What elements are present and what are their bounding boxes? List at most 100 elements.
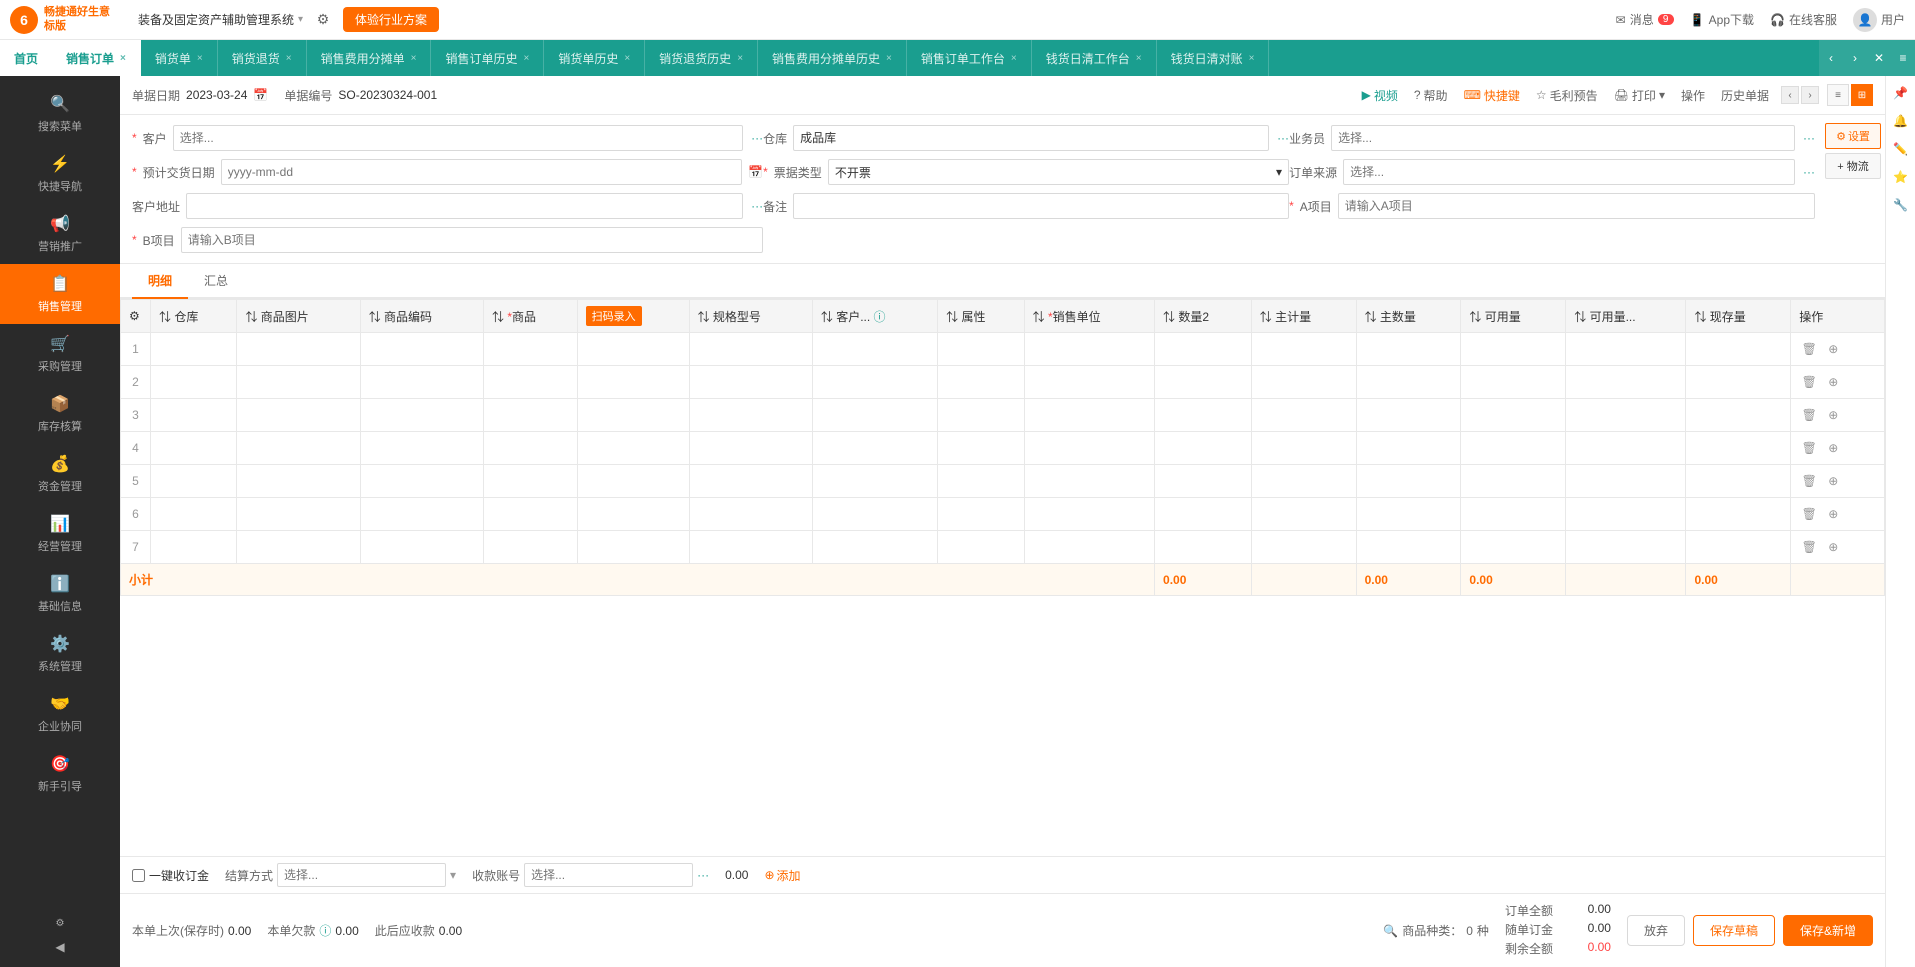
close-tab-icon[interactable]: × — [411, 53, 417, 64]
nav-close-all-button[interactable]: ✕ — [1867, 40, 1891, 76]
address-dots-button[interactable]: ··· — [751, 199, 763, 213]
row-product-1[interactable] — [483, 333, 577, 366]
close-tab-icon[interactable]: × — [737, 53, 743, 64]
row-spec-1[interactable] — [689, 333, 812, 366]
save-new-button[interactable]: 保存&新增 — [1783, 915, 1873, 946]
plugin-tool-button[interactable]: 🔧 — [1888, 192, 1914, 218]
nav-tab-daily-reconcile[interactable]: 钱货日清对账 × — [1157, 40, 1270, 76]
history-button[interactable]: 历史单据 — [1717, 85, 1773, 106]
customer-dots-button[interactable]: ··· — [751, 131, 763, 145]
row-unit-2[interactable] — [1024, 366, 1154, 399]
warehouse-dots-button[interactable]: ··· — [1277, 131, 1289, 145]
salesperson-dots-button[interactable]: ··· — [1803, 131, 1815, 145]
row-unit-1[interactable] — [1024, 333, 1154, 366]
view-video-button[interactable]: ▶ 视频 — [1358, 85, 1402, 106]
sort-icon[interactable]: ⇅ — [1694, 310, 1706, 324]
close-tab-icon[interactable]: × — [286, 53, 292, 64]
order-source-input[interactable] — [1343, 159, 1795, 185]
close-tab-icon[interactable]: × — [1011, 53, 1017, 64]
system-name-chevron-icon[interactable]: ▾ — [298, 14, 303, 25]
delete-row-button[interactable]: 🗑 — [1799, 438, 1819, 458]
sort-icon[interactable]: ⇅ — [946, 310, 958, 324]
nav-tab-expense-history[interactable]: 销售费用分摊单历史 × — [758, 40, 907, 76]
calendar-icon[interactable]: 📅 — [253, 88, 268, 102]
close-tab-icon[interactable]: × — [886, 53, 892, 64]
sidebar-item-marketing[interactable]: 📢 营销推广 — [0, 204, 120, 264]
one-click-deposit-checkbox[interactable] — [132, 869, 145, 882]
sidebar-item-inventory[interactable]: 📦 库存核算 — [0, 384, 120, 444]
bell-tool-button[interactable]: 🔔 — [1888, 108, 1914, 134]
close-tab-icon[interactable]: × — [197, 53, 203, 64]
collection-dots-button[interactable]: ··· — [697, 868, 709, 882]
info-icon[interactable]: ⓘ — [874, 310, 886, 324]
settings-gear-button[interactable]: ⚙ — [311, 8, 335, 32]
form-view-button[interactable]: ⊞ — [1851, 84, 1873, 106]
nav-tab-sales-return[interactable]: 销货退货 × — [218, 40, 307, 76]
delete-row-button[interactable]: 🗑 — [1799, 471, 1819, 491]
sort-icon[interactable]: ⇅ — [492, 310, 504, 324]
record-prev-button[interactable]: ‹ — [1781, 86, 1799, 104]
b-project-input[interactable] — [181, 227, 763, 253]
row-warehouse-1[interactable] — [151, 333, 237, 366]
sort-icon[interactable]: ⇅ — [245, 310, 257, 324]
delivery-calendar-icon[interactable]: 📅 — [748, 165, 763, 179]
row-mainqty-1[interactable] — [1356, 333, 1461, 366]
sidebar-item-collaboration[interactable]: 🤝 企业协同 — [0, 684, 120, 744]
row-warehouse-2[interactable] — [151, 366, 237, 399]
sort-icon[interactable]: ⇅ — [1469, 310, 1481, 324]
nav-tab-order-history[interactable]: 销售订单历史 × — [431, 40, 544, 76]
sidebar-item-operations[interactable]: 📊 经营管理 — [0, 504, 120, 564]
sort-icon[interactable]: ⇅ — [1260, 310, 1272, 324]
save-draft-button[interactable]: 保存草稿 — [1693, 915, 1775, 946]
row-custcode-2[interactable] — [812, 366, 937, 399]
sidebar-settings-button[interactable]: ⚙ — [56, 918, 65, 929]
print-chevron-icon[interactable]: ▾ — [1659, 88, 1665, 102]
copy-row-button[interactable]: ⊕ — [1823, 339, 1843, 359]
copy-row-button[interactable]: ⊕ — [1823, 405, 1843, 425]
pin-tool-button[interactable]: 📌 — [1888, 80, 1914, 106]
sidebar-item-finance[interactable]: 💰 资金管理 — [0, 444, 120, 504]
app-download-item[interactable]: 📱 App下载 — [1690, 11, 1754, 28]
sort-icon[interactable]: ⇅ — [1033, 310, 1045, 324]
discard-button[interactable]: 放弃 — [1627, 915, 1685, 946]
sort-icon[interactable]: ⇅ — [821, 310, 833, 324]
sort-icon[interactable]: ⇅ — [159, 310, 171, 324]
copy-row-button[interactable]: ⊕ — [1823, 537, 1843, 557]
sort-icon[interactable]: ⇅ — [1574, 310, 1586, 324]
row-product-2[interactable] — [483, 366, 577, 399]
sidebar-collapse-button[interactable]: ◀ — [50, 937, 70, 957]
nav-tab-order-workbench[interactable]: 销售订单工作台 × — [907, 40, 1032, 76]
nav-tab-sales-expense[interactable]: 销售费用分摊单 × — [307, 40, 432, 76]
row-qty2-2[interactable] — [1155, 366, 1252, 399]
tab-detail[interactable]: 明细 — [132, 264, 188, 299]
gear-icon[interactable]: ⚙ — [129, 309, 140, 323]
nav-tab-return-history[interactable]: 销货退货历史 × — [645, 40, 758, 76]
delete-row-button[interactable]: 🗑 — [1799, 339, 1819, 359]
invoice-type-select[interactable]: 不开票 ▾ — [828, 159, 1289, 185]
add-logistics-button[interactable]: + 物流 — [1825, 153, 1881, 179]
sidebar-item-quicknav[interactable]: ⚡ 快捷导航 — [0, 144, 120, 204]
info-icon[interactable]: ⓘ — [319, 922, 331, 939]
copy-row-button[interactable]: ⊕ — [1823, 372, 1843, 392]
shortcut-button[interactable]: ⌨ 快捷键 — [1460, 85, 1524, 106]
nav-prev-button[interactable]: ‹ — [1819, 40, 1843, 76]
one-click-deposit-label[interactable]: 一键收订金 — [132, 867, 209, 884]
payment-method-input[interactable] — [277, 863, 446, 887]
sort-icon[interactable]: ⇅ — [1163, 310, 1175, 324]
list-view-button[interactable]: ≡ — [1827, 84, 1849, 106]
settings-button[interactable]: ⚙ 设置 — [1825, 123, 1881, 149]
profit-button[interactable]: ☆ 毛利预告 — [1532, 85, 1602, 106]
sort-icon[interactable]: ⇅ — [369, 310, 381, 324]
operation-button[interactable]: 操作 — [1677, 85, 1709, 106]
nav-menu-button[interactable]: ≡ — [1891, 40, 1915, 76]
star-tool-button[interactable]: ⭐ — [1888, 164, 1914, 190]
nav-tab-sales-invoice[interactable]: 销货单 × — [141, 40, 218, 76]
delete-row-button[interactable]: 🗑 — [1799, 405, 1819, 425]
row-qty2-1[interactable] — [1155, 333, 1252, 366]
help-button[interactable]: ? 帮助 — [1410, 85, 1452, 106]
close-tab-icon[interactable]: × — [120, 53, 126, 64]
message-item[interactable]: ✉ 消息 9 — [1616, 11, 1674, 28]
nav-tab-sales-order[interactable]: 销售订单 × — [52, 40, 141, 76]
salesperson-input[interactable] — [1331, 125, 1795, 151]
sidebar-item-search[interactable]: 🔍 搜索菜单 — [0, 84, 120, 144]
